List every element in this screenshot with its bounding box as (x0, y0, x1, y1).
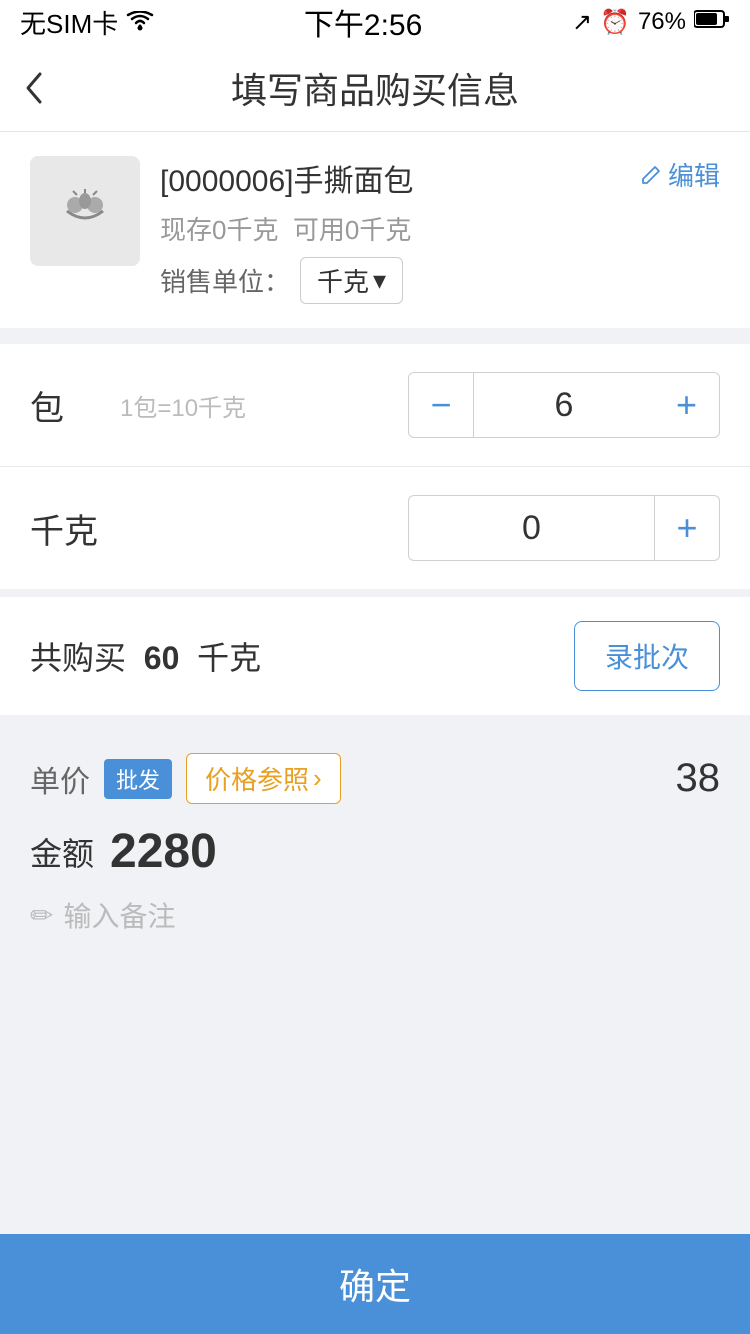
bao-input-row: 包 1包=10千克 − + (0, 344, 750, 467)
amount-section: 金额 2280 ✏ 输入备注 (0, 804, 750, 955)
product-thumbnail (30, 156, 140, 266)
price-section: 单价 批发 价格参照 › 38 (0, 723, 750, 804)
spacer (0, 955, 750, 1234)
price-value: 38 (676, 756, 721, 801)
total-row: 共购买 60 千克 录批次 (0, 597, 750, 723)
battery-text: 76% (638, 8, 686, 36)
carrier-text: 无SIM卡 (20, 4, 118, 41)
unit-label: 销售单位： (160, 262, 290, 299)
amount-value: 2280 (110, 824, 217, 879)
record-batch-button[interactable]: 录批次 (574, 621, 720, 691)
dropdown-arrow: ▾ (373, 265, 386, 296)
remark-placeholder: 输入备注 (63, 895, 175, 935)
remark-icon: ✏ (30, 899, 53, 932)
kg-input-row: 千克 + (0, 467, 750, 589)
status-left: 无SIM卡 (20, 4, 154, 41)
location-icon: ↗ (572, 8, 592, 37)
bao-label: 包 (30, 381, 110, 430)
bao-input[interactable] (474, 372, 654, 438)
product-info: [0000006]手撕面包 现存0千克 可用0千克 销售单位： 千克 ▾ (160, 156, 720, 304)
bao-plus-button[interactable]: + (654, 372, 720, 438)
status-right: ↗ ⏰ 76% (572, 8, 730, 37)
remark-row[interactable]: ✏ 输入备注 (30, 895, 720, 955)
wifi-icon (126, 7, 154, 38)
alarm-icon: ⏰ (600, 8, 630, 37)
status-bar: 无SIM卡 下午2:56 ↗ ⏰ 76% (0, 0, 750, 44)
product-name: [0000006]手撕面包 (160, 156, 720, 200)
bao-hint: 1包=10千克 (120, 388, 408, 423)
battery-icon (694, 8, 730, 36)
back-button[interactable] (24, 70, 44, 106)
price-ref-button[interactable]: 价格参照 › (186, 753, 341, 804)
product-card: [0000006]手撕面包 现存0千克 可用0千克 销售单位： 千克 ▾ 编辑 (0, 132, 750, 344)
kg-plus-button[interactable]: + (654, 495, 720, 561)
batch-tag: 批发 (104, 759, 172, 799)
price-ref-arrow: › (313, 763, 322, 794)
kg-input[interactable] (408, 495, 654, 561)
product-stock: 现存0千克 可用0千克 (160, 210, 720, 247)
nav-bar: 填写商品购买信息 (0, 44, 750, 132)
kg-stepper: + (408, 495, 720, 561)
bao-minus-button[interactable]: − (408, 372, 474, 438)
price-label: 单价 (30, 757, 90, 801)
price-left: 单价 批发 价格参照 › (30, 753, 341, 804)
total-text: 共购买 60 千克 (30, 633, 261, 679)
page-title: 填写商品购买信息 (231, 62, 519, 114)
confirm-button[interactable]: 确定 (0, 1234, 750, 1334)
input-section: 包 1包=10千克 − + 千克 + (0, 344, 750, 597)
product-unit-row: 销售单位： 千克 ▾ (160, 257, 720, 304)
status-time: 下午2:56 (304, 0, 422, 44)
bao-stepper: − + (408, 372, 720, 438)
kg-label: 千克 (30, 504, 110, 553)
unit-select[interactable]: 千克 ▾ (300, 257, 403, 304)
total-amount: 60 (144, 640, 180, 676)
price-row: 单价 批发 价格参照 › 38 (30, 753, 720, 804)
edit-button[interactable]: 编辑 (640, 156, 720, 193)
amount-label: 金额 (30, 829, 94, 875)
amount-row: 金额 2280 (30, 824, 720, 879)
